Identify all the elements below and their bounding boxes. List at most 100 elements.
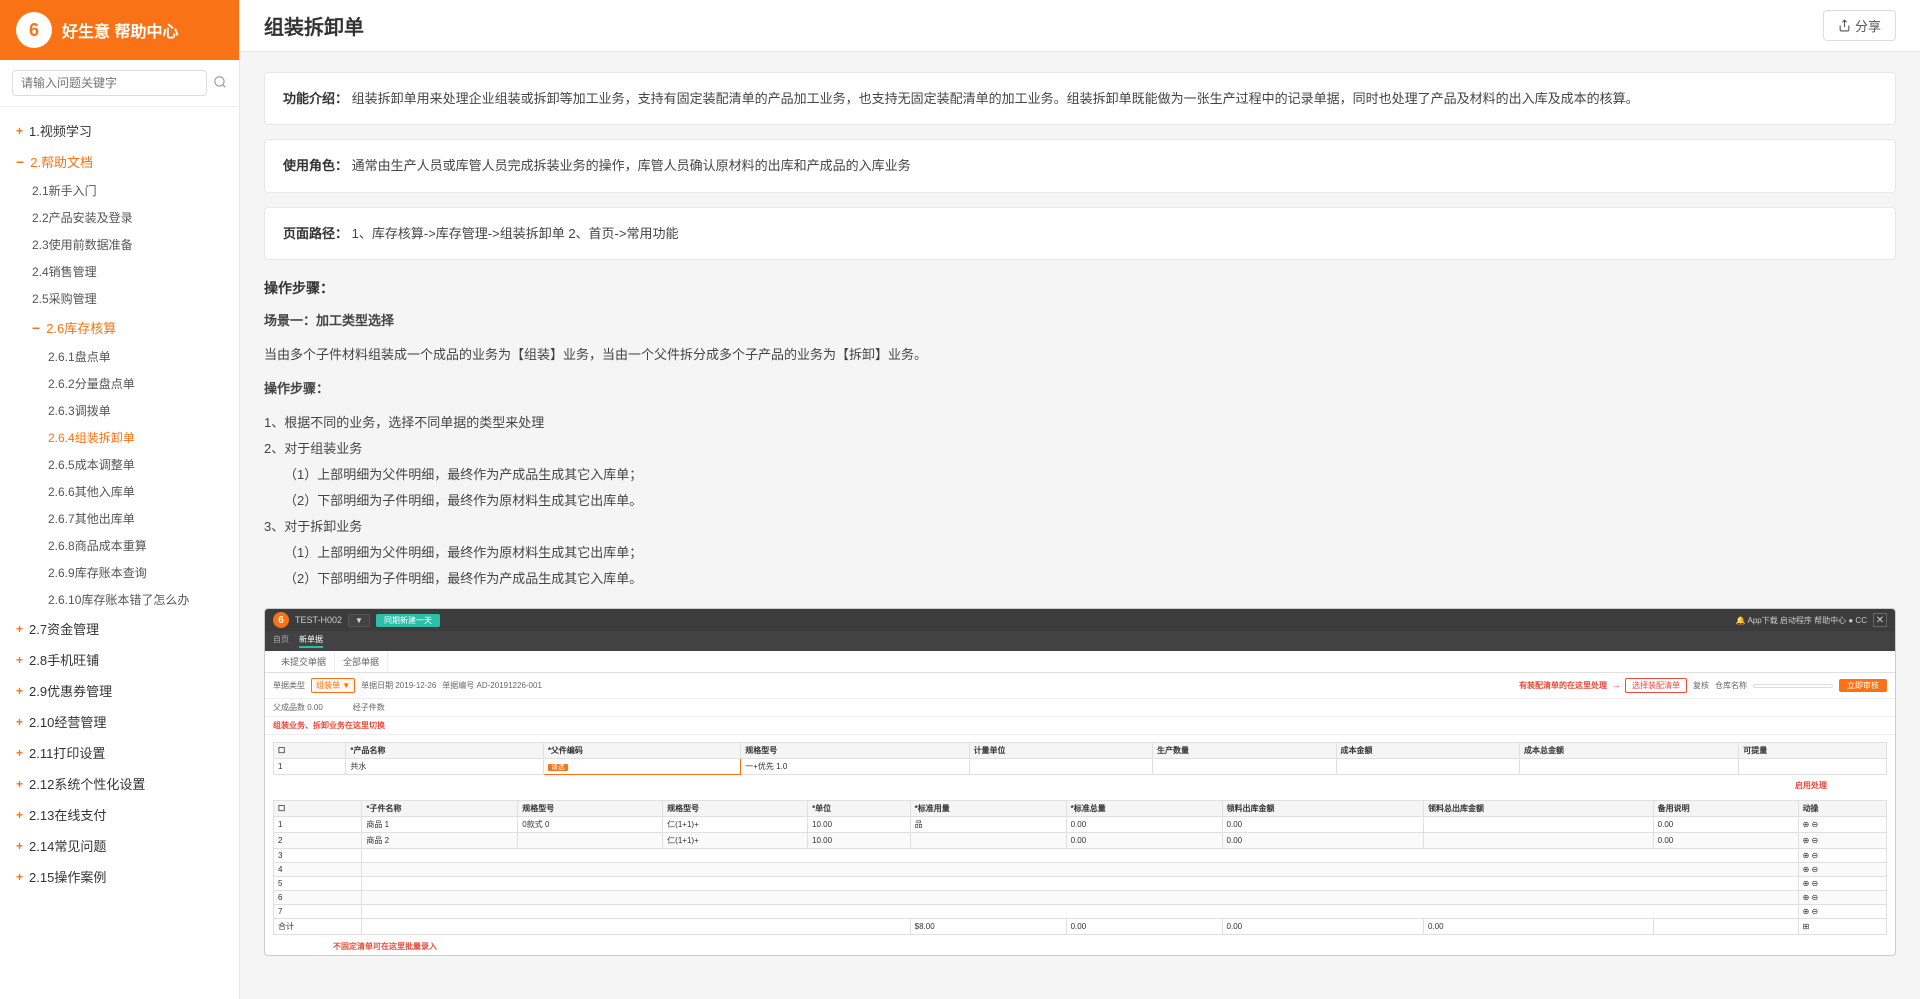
td-num: 1 (274, 759, 346, 775)
sidebar-item-264[interactable]: 2.6.4组装拆卸单 (0, 424, 239, 451)
lft-cost: 0.00 (1222, 919, 1423, 935)
ltd-op: ⊕ ⊖ (1798, 817, 1886, 833)
lft-qty: $8.00 (910, 919, 1066, 935)
sidebar-item-label: 2.12系统个性化设置 (29, 774, 145, 793)
th-available: 可提量 (1739, 743, 1887, 759)
ltd2-actq: 0.00 (1066, 833, 1222, 849)
sidebar-item-faq[interactable]: + 2.14常见问题 (0, 830, 239, 861)
step3-2: （2）下部明细为子件明细，最终作为产成品生成其它入库单。 (264, 566, 1896, 592)
lth-op: 动操 (1798, 801, 1886, 817)
mock-tab-all: 全部单据 (335, 651, 388, 672)
lth-actualqty: *标准总量 (1066, 801, 1222, 817)
sidebar-item-sales[interactable]: 2.4销售管理 (0, 258, 239, 285)
expand-icon-cases: + (16, 870, 23, 884)
sidebar-item-cases[interactable]: + 2.15操作案例 (0, 861, 239, 892)
ltd7-op: ⊕ ⊖ (1798, 905, 1886, 919)
ltd-spec2: 仁(1+1)+ (663, 817, 808, 833)
ltd-unit: 10.00 (808, 817, 911, 833)
search-button[interactable] (213, 75, 227, 92)
ltd4-num: 4 (274, 863, 362, 877)
lth-total: 领料总出库金额 (1423, 801, 1653, 817)
mock-logo: 6 (273, 612, 289, 628)
sidebar-item-purchase[interactable]: 2.5采购管理 (0, 285, 239, 312)
sidebar-item-label: 2.8手机旺铺 (29, 650, 99, 669)
td-spec: 一+优先 1.0 (741, 759, 969, 775)
th-unit: 计量单位 (969, 743, 1152, 759)
sidebar-item-265[interactable]: 2.6.5成本调整单 (0, 451, 239, 478)
lth-spec: 规格型号 (663, 801, 808, 817)
mock-sub-label: 经子件数 (353, 702, 385, 713)
page-path-label: 页面路径： (283, 226, 348, 241)
sidebar-item-inventory[interactable]: − 2.6库存核算 (0, 312, 239, 343)
collapse-icon: − (16, 154, 24, 170)
ltd-actq: 0.00 (1066, 817, 1222, 833)
sidebar-item-beginner[interactable]: 2.1新手入门 (0, 177, 239, 204)
th-total-cost: 成本总金额 (1519, 743, 1738, 759)
sidebar-item-personalize[interactable]: + 2.12系统个性化设置 (0, 768, 239, 799)
td-total (1519, 759, 1738, 775)
expand-icon-faq: + (16, 839, 23, 853)
sidebar-item-2610[interactable]: 2.6.10库存账本错了怎么办 (0, 586, 239, 613)
sidebar-item-install[interactable]: 2.2产品安装及登录 (0, 204, 239, 231)
lft-empty (362, 919, 910, 935)
sidebar-item-coupon[interactable]: + 2.9优惠券管理 (0, 675, 239, 706)
th-qty: 生产数量 (1153, 743, 1336, 759)
app-name: 好生意 帮助中心 (62, 18, 178, 42)
expand-icon-finance: + (16, 622, 23, 636)
th-code: *父件编码 (543, 743, 740, 759)
sidebar-item-label: 2.11打印设置 (29, 743, 105, 762)
sidebar-item-payment[interactable]: + 2.13在线支付 (0, 799, 239, 830)
td-avail (1739, 759, 1887, 775)
mock-close-btn[interactable]: ✕ (1873, 613, 1887, 627)
lft-op: ⊞ (1798, 919, 1886, 935)
th-name: *产品名称 (346, 743, 543, 759)
lft-qty2: 0.00 (1066, 919, 1222, 935)
search-input[interactable] (12, 70, 207, 96)
sidebar-item-print[interactable]: + 2.11打印设置 (0, 737, 239, 768)
share-button[interactable]: 分享 (1823, 10, 1896, 41)
ltd-cost: 0.00 (1222, 817, 1423, 833)
sidebar-item-label: 2.14常见问题 (29, 836, 106, 855)
sidebar-item-262[interactable]: 2.6.2分量盘点单 (0, 370, 239, 397)
sidebar-header: 6 好生意 帮助中心 (0, 0, 239, 60)
ltd-scode: 0款式 0 (518, 817, 663, 833)
sidebar-item-268[interactable]: 2.6.8商品成本重算 (0, 532, 239, 559)
lth-scode: 规格型号 (518, 801, 663, 817)
lth-cost: 领料出库金额 (1222, 801, 1423, 817)
sidebar-item-label: 2.10经营管理 (29, 712, 106, 731)
sidebar-item-267[interactable]: 2.6.7其他出库单 (0, 505, 239, 532)
use-role-block: 使用角色： 通常由生产人员或库管人员完成拆装业务的操作，库管人员确认原材料的出库… (264, 139, 1896, 192)
ltd-total (1423, 817, 1653, 833)
mock-toggle-row: 组装业务、拆卸业务在这里切换 (265, 717, 1895, 735)
expand-icon-business: + (16, 715, 23, 729)
sidebar-item-261[interactable]: 2.6.1盘点单 (0, 343, 239, 370)
sidebar-item-263[interactable]: 2.6.3调拨单 (0, 397, 239, 424)
ltd2-unit: 10.00 (808, 833, 911, 849)
sidebar-item-mobile[interactable]: + 2.8手机旺铺 (0, 644, 239, 675)
ltd4-empty (362, 863, 1798, 877)
sidebar-item-finance[interactable]: + 2.7资金管理 (0, 613, 239, 644)
expand-icon-payment: + (16, 808, 23, 822)
sidebar-item-266[interactable]: 2.6.6其他入库单 (0, 478, 239, 505)
mock-app-id: TEST-H002 (295, 615, 342, 625)
lower-row-3: 3 ⊕ ⊖ (274, 849, 1887, 863)
sidebar-item-business[interactable]: + 2.10经营管理 (0, 706, 239, 737)
lower-row-7: 7 ⊕ ⊖ (274, 905, 1887, 919)
lth-name: *子件名称 (362, 801, 518, 817)
search-box (0, 60, 239, 107)
td-cost (1336, 759, 1519, 775)
sidebar-item-prepare[interactable]: 2.3使用前数据准备 (0, 231, 239, 258)
page-path-text: 1、库存核算->库存管理->组装拆卸单 2、首页->常用功能 (352, 226, 679, 241)
sidebar-item-269[interactable]: 2.6.9库存账本查询 (0, 559, 239, 586)
lower-row-1: 1 商品 1 0款式 0 仁(1+1)+ 10.00 品 0.00 0.00 0… (274, 817, 1887, 833)
mock-warehouse-input (1753, 684, 1833, 688)
sidebar-item-video[interactable]: + 1.视频学习 (0, 115, 239, 146)
sidebar-item-helpdoc[interactable]: − 2.帮助文档 (0, 146, 239, 177)
mock-upper-table: ☐ *产品名称 *父件编码 规格型号 计量单位 生产数量 成本金额 成本总金额 … (273, 742, 1887, 775)
sidebar-item-label: 2.帮助文档 (30, 152, 93, 171)
step1: 1、根据不同的业务，选择不同单据的类型来处理 (264, 410, 1896, 436)
mock-label-audit: 复核 (1693, 680, 1709, 691)
sidebar: 6 好生意 帮助中心 + 1.视频学习 − 2.帮助文档 2.1新手入门 2.2… (0, 0, 240, 999)
mock-form-toolbar: 单据类型 组装单 ▼ 单据日期 2019-12-26 单据编号 AD-20191… (265, 673, 1895, 699)
mock-lower-table: ☐ *子件名称 规格型号 规格型号 *单位 *标准用量 *标准总量 领料出库金额… (273, 800, 1887, 935)
